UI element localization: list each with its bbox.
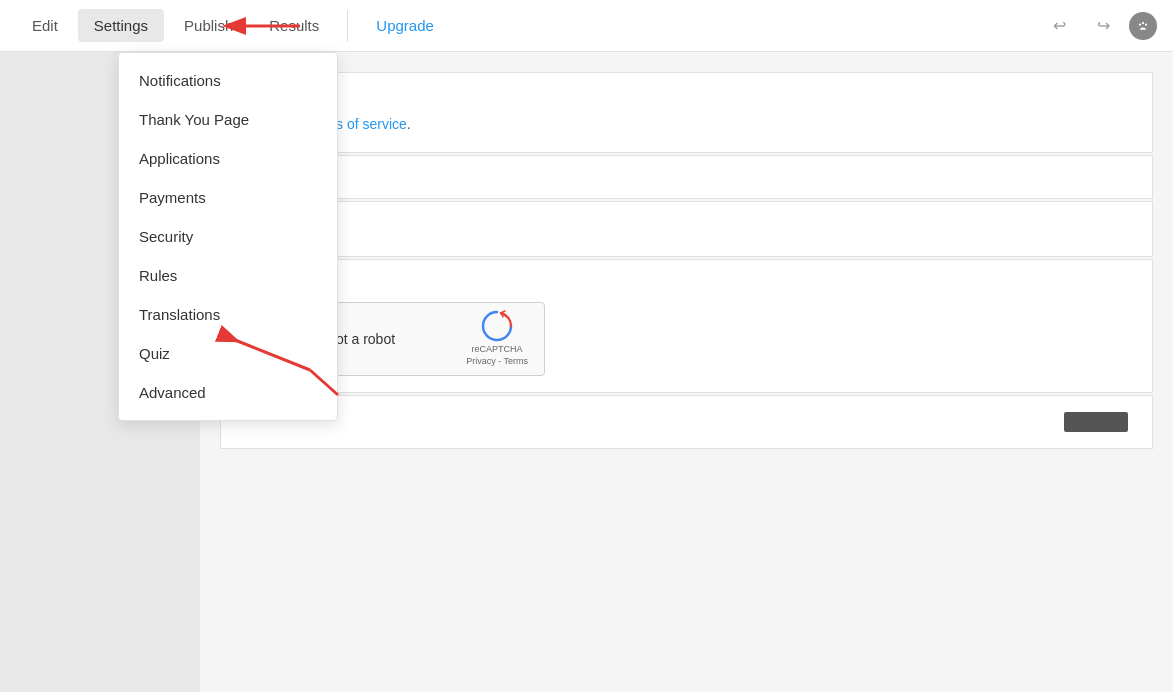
tab-publish[interactable]: Publish xyxy=(168,9,249,42)
nav-tabs: Edit Settings Publish Results Upgrade xyxy=(16,9,1041,42)
dropdown-item-advanced[interactable]: Advanced xyxy=(119,373,337,412)
input-section: ext xyxy=(220,155,1153,199)
tab-edit[interactable]: Edit xyxy=(16,9,74,42)
redo-button[interactable]: ↪ xyxy=(1085,8,1121,44)
tos-desc: ree to the terms of service. xyxy=(245,116,1128,132)
recaptcha-icon xyxy=(481,310,513,342)
dropdown-item-translations[interactable]: Translations xyxy=(119,295,337,334)
redo-icon: ↪ xyxy=(1097,16,1110,35)
captcha-section-title: ation* xyxy=(245,276,1128,292)
svg-point-1 xyxy=(1139,23,1141,25)
svg-point-2 xyxy=(1142,21,1144,23)
dropdown-item-rules[interactable]: Rules xyxy=(119,256,337,295)
dropdown-item-quiz[interactable]: Quiz xyxy=(119,334,337,373)
tab-upgrade[interactable]: Upgrade xyxy=(360,9,450,42)
tos-desc-suffix: . xyxy=(407,116,411,132)
dropdown-item-payments[interactable]: Payments xyxy=(119,178,337,217)
form-area: of Service* ree to the terms of service.… xyxy=(200,52,1173,692)
undo-button[interactable]: ↩ xyxy=(1041,8,1077,44)
undo-icon: ↩ xyxy=(1053,16,1066,35)
submit-section xyxy=(220,395,1153,449)
dropdown-item-thank-you-page[interactable]: Thank You Page xyxy=(119,100,337,139)
captcha-outer-section: ation* ✓ I'm not a robot reCAPTCHA Priva… xyxy=(220,259,1153,393)
tab-results[interactable]: Results xyxy=(253,9,335,42)
settings-dropdown: Notifications Thank You Page Application… xyxy=(118,52,338,421)
empty-section xyxy=(220,201,1153,257)
nav-actions: ↩ ↪ xyxy=(1041,8,1157,44)
palette-icon xyxy=(1134,17,1152,35)
tos-section: of Service* ree to the terms of service. xyxy=(220,72,1153,153)
tab-settings[interactable]: Settings xyxy=(78,9,164,42)
dropdown-item-applications[interactable]: Applications xyxy=(119,139,337,178)
recaptcha-brand-text: reCAPTCHA Privacy - Terms xyxy=(466,344,528,367)
dropdown-item-security[interactable]: Security xyxy=(119,217,337,256)
submit-button[interactable] xyxy=(1064,412,1128,432)
captcha-logo-area: reCAPTCHA Privacy - Terms xyxy=(466,310,528,367)
tos-title: of Service* xyxy=(245,93,1128,110)
svg-point-3 xyxy=(1145,23,1147,25)
nav-divider xyxy=(347,10,348,42)
top-nav: Edit Settings Publish Results Upgrade ↩ … xyxy=(0,0,1173,52)
dropdown-item-notifications[interactable]: Notifications xyxy=(119,61,337,100)
svg-point-0 xyxy=(1136,18,1151,33)
palette-button[interactable] xyxy=(1129,12,1157,40)
